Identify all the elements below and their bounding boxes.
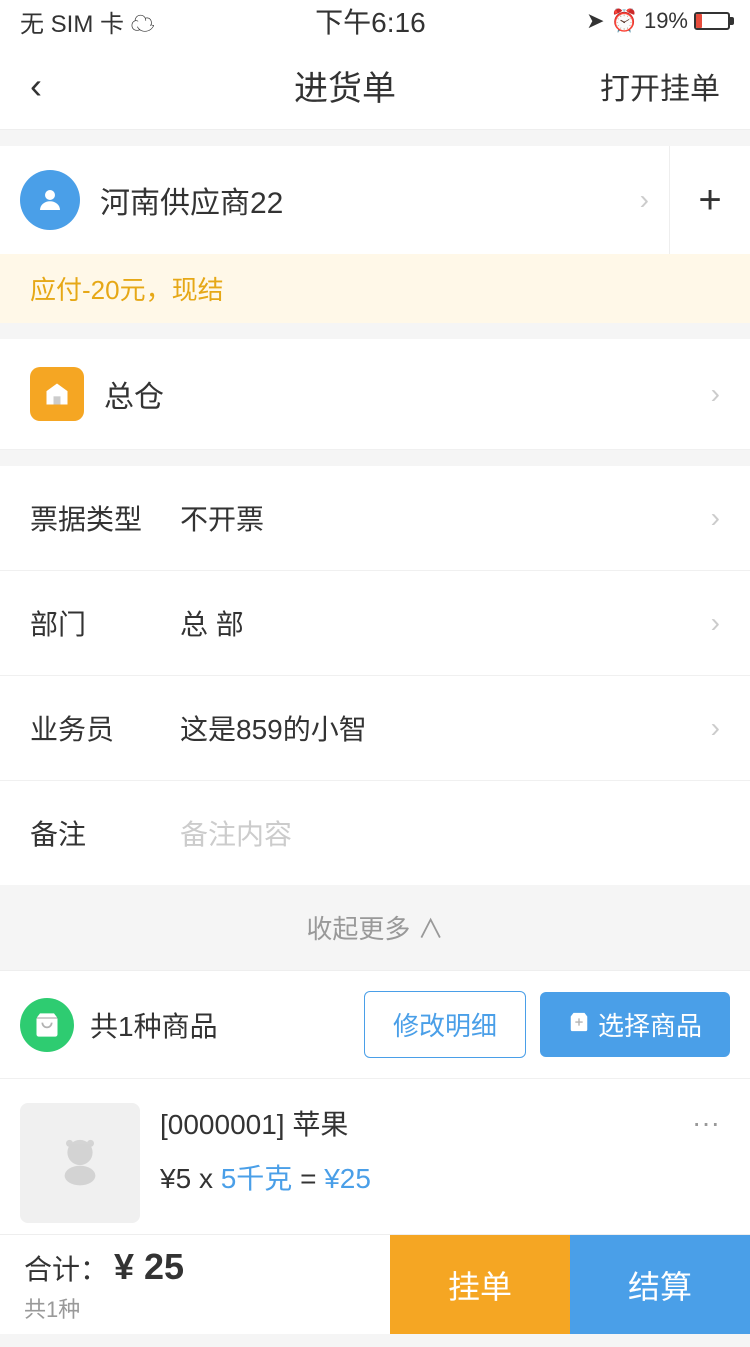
product-name: [0000001] 苹果 xyxy=(160,1103,682,1143)
remark-row[interactable]: 备注 备注内容 xyxy=(0,781,750,885)
status-time: 下午6:16 xyxy=(315,1,426,41)
add-supplier-button[interactable]: + xyxy=(670,146,750,254)
equals-sign: = xyxy=(300,1163,324,1194)
form-section: 票据类型 不开票 › 部门 总 部 › 业务员 这是859的小智 › 备注 备注… xyxy=(0,466,750,885)
status-left: 无 SIM 卡 ☁ xyxy=(20,4,155,39)
open-hang-button[interactable]: 打开挂单 xyxy=(600,64,720,108)
total-price: ¥25 xyxy=(324,1163,371,1194)
chevron-right-icon: › xyxy=(711,378,720,410)
total-amount: 合计： ¥ 25 xyxy=(24,1246,366,1288)
hang-button[interactable]: 挂单 xyxy=(390,1235,570,1334)
salesperson-value: 这是859的小智 xyxy=(170,708,711,748)
collapse-bar[interactable]: 收起更多 ∧ xyxy=(0,885,750,970)
supplier-name: 河南供应商22 xyxy=(100,178,640,222)
back-button[interactable]: ‹ xyxy=(30,65,90,107)
cart-icon xyxy=(568,1009,590,1040)
nav-bar: ‹ 进货单 打开挂单 xyxy=(0,42,750,130)
warehouse-name: 总仓 xyxy=(104,372,711,416)
total-label: 合计： xyxy=(24,1248,108,1288)
remark-label: 备注 xyxy=(30,813,170,853)
product-info: [0000001] 苹果 ¥5 x 5千克 = ¥25 xyxy=(160,1103,682,1197)
department-value: 总 部 xyxy=(170,603,711,643)
alarm-icon: ⏰ xyxy=(611,8,638,34)
status-bar: 无 SIM 卡 ☁ 下午6:16 ➤ ⏰ 19% xyxy=(0,0,750,42)
invoice-type-label: 票据类型 xyxy=(30,498,170,538)
page-title: 进货单 xyxy=(294,61,396,110)
quantity: 5千克 xyxy=(221,1163,293,1194)
salesperson-row[interactable]: 业务员 这是859的小智 › xyxy=(0,676,750,781)
total-value: ¥ 25 xyxy=(114,1246,184,1288)
warehouse-icon xyxy=(30,367,84,421)
location-icon: ➤ xyxy=(586,8,604,34)
select-product-label: 选择商品 xyxy=(598,1006,702,1043)
remark-input[interactable]: 备注内容 xyxy=(170,813,720,853)
select-product-button[interactable]: 选择商品 xyxy=(540,992,730,1057)
department-label: 部门 xyxy=(30,603,170,643)
products-header: 共1种商品 修改明细 选择商品 xyxy=(0,970,750,1078)
salesperson-label: 业务员 xyxy=(30,708,170,748)
unit-price: ¥5 xyxy=(160,1163,191,1194)
invoice-type-row[interactable]: 票据类型 不开票 › xyxy=(0,466,750,571)
chevron-right-icon: › xyxy=(711,607,720,639)
chevron-right-icon: › xyxy=(640,184,649,216)
total-section: 合计： ¥ 25 共1种 xyxy=(0,1235,390,1334)
battery-icon xyxy=(694,12,730,30)
invoice-type-value: 不开票 xyxy=(170,498,711,538)
department-row[interactable]: 部门 总 部 › xyxy=(0,571,750,676)
warehouse-row[interactable]: 总仓 › xyxy=(0,339,750,450)
notice-bar: 应付-20元，现结 xyxy=(0,254,750,323)
sim-label: 无 SIM 卡 ☁ xyxy=(20,4,155,39)
supplier-avatar xyxy=(20,170,80,230)
more-button[interactable]: ··· xyxy=(682,1103,730,1143)
products-icon xyxy=(20,998,74,1052)
chevron-right-icon: › xyxy=(711,712,720,744)
product-thumbnail xyxy=(20,1103,140,1223)
chevron-right-icon: › xyxy=(711,502,720,534)
multiply-sign: x xyxy=(199,1163,221,1194)
products-count: 共1种商品 xyxy=(90,1005,364,1045)
status-right: ➤ ⏰ 19% xyxy=(586,8,730,34)
supplier-section: 河南供应商22 › + xyxy=(0,146,750,254)
product-item: [0000001] 苹果 ¥5 x 5千克 = ¥25 ··· xyxy=(0,1078,750,1247)
checkout-button[interactable]: 结算 xyxy=(570,1235,750,1334)
battery-label: 19% xyxy=(644,8,688,34)
supplier-selector[interactable]: 河南供应商22 › xyxy=(0,146,670,254)
edit-detail-button[interactable]: 修改明细 xyxy=(364,991,526,1058)
bottom-bar: 合计： ¥ 25 共1种 挂单 结算 xyxy=(0,1234,750,1334)
total-sub: 共1种 xyxy=(24,1292,366,1324)
product-price: ¥5 x 5千克 = ¥25 xyxy=(160,1157,682,1197)
